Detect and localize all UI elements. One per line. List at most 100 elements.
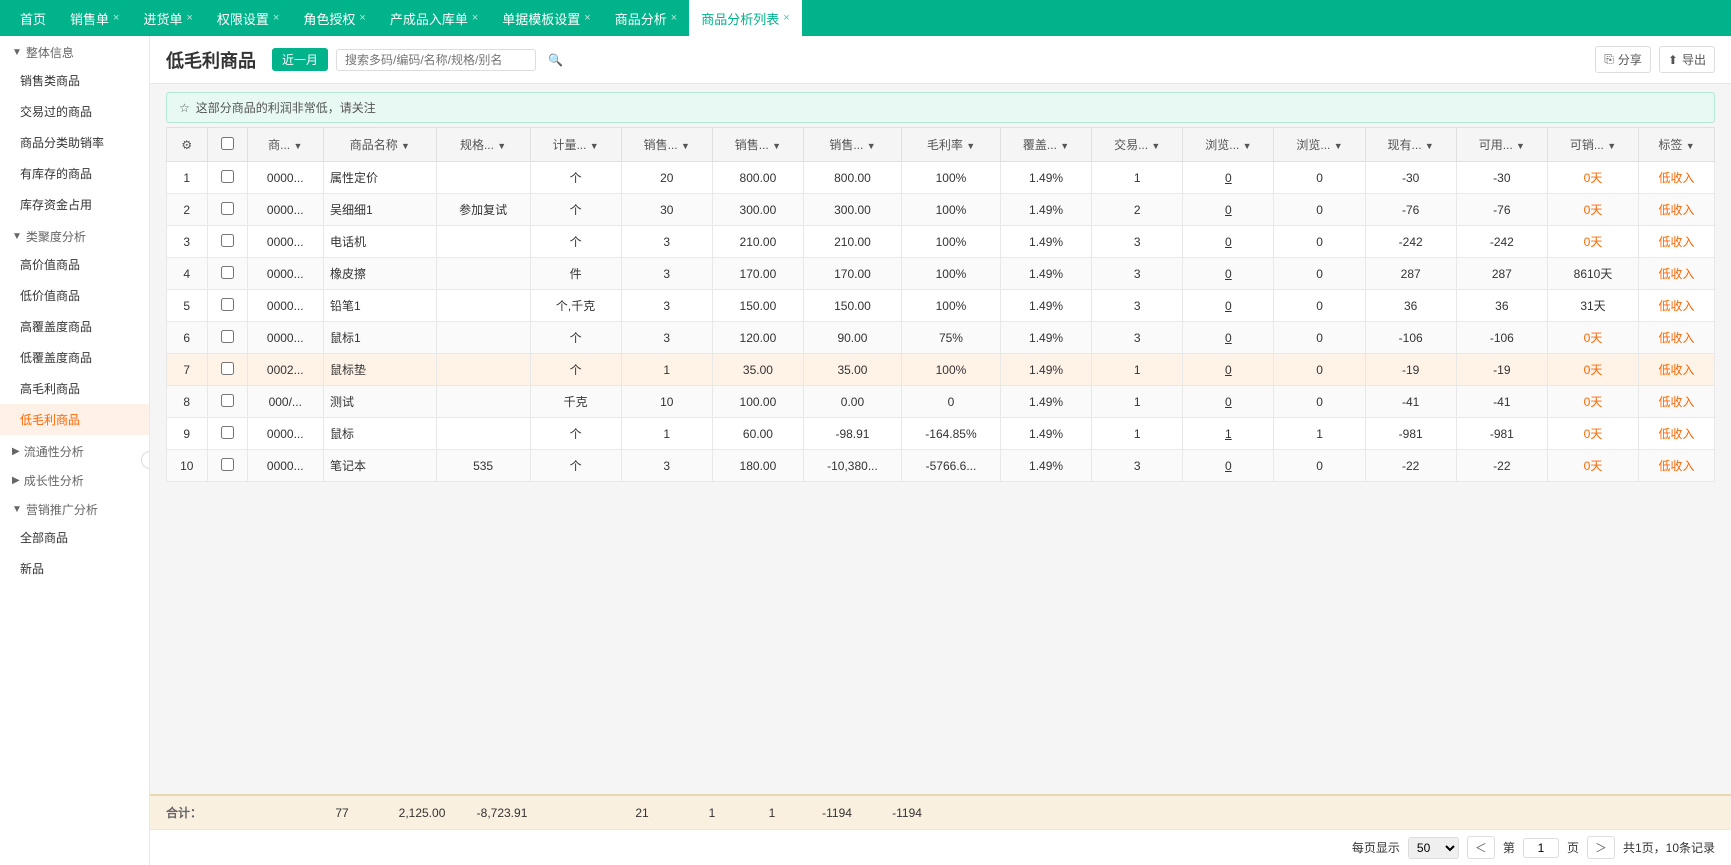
sidebar-item-high-margin[interactable]: 高毛利商品	[0, 373, 149, 404]
sidebar-item-all-goods[interactable]: 全部商品	[0, 522, 149, 553]
page-title: 低毛利商品	[166, 47, 256, 73]
row-browse1[interactable]: 0	[1183, 450, 1274, 482]
sidebar-item-in-stock[interactable]: 有库存的商品	[0, 158, 149, 189]
row-select-checkbox[interactable]	[221, 362, 234, 375]
close-icon[interactable]: ×	[273, 12, 279, 24]
sidebar-item-category-sales[interactable]: 商品分类助销率	[0, 127, 149, 158]
sidebar-item-low-value[interactable]: 低价值商品	[0, 280, 149, 311]
row-checkbox[interactable]	[207, 322, 247, 354]
close-icon[interactable]: ×	[186, 12, 192, 24]
row-checkbox[interactable]	[207, 354, 247, 386]
sidebar-section-overall[interactable]: ▼ 整体信息	[0, 36, 149, 65]
th-browse2[interactable]: 浏览... ▼	[1274, 128, 1365, 162]
sidebar-item-high-value[interactable]: 高价值商品	[0, 249, 149, 280]
row-browse1[interactable]: 0	[1183, 354, 1274, 386]
row-select-checkbox[interactable]	[221, 330, 234, 343]
close-icon[interactable]: ×	[584, 12, 590, 24]
row-checkbox[interactable]	[207, 418, 247, 450]
nav-products[interactable]: 产成品入库单 ×	[378, 0, 490, 36]
row-checkbox[interactable]	[207, 162, 247, 194]
row-select-checkbox[interactable]	[221, 170, 234, 183]
select-all-checkbox[interactable]	[221, 137, 234, 150]
row-browse1[interactable]: 0	[1183, 226, 1274, 258]
sidebar-item-low-coverage[interactable]: 低覆盖度商品	[0, 342, 149, 373]
row-checkbox[interactable]	[207, 226, 247, 258]
th-trade[interactable]: 交易... ▼	[1092, 128, 1183, 162]
nav-home[interactable]: 首页	[8, 0, 58, 36]
th-coverage[interactable]: 覆盖... ▼	[1000, 128, 1091, 162]
row-select-checkbox[interactable]	[221, 426, 234, 439]
next-page-button[interactable]: ＞	[1587, 836, 1615, 859]
th-name[interactable]: 商品名称 ▼	[323, 128, 436, 162]
row-select-checkbox[interactable]	[221, 394, 234, 407]
prev-page-button[interactable]: ＜	[1467, 836, 1495, 859]
row-code: 0002...	[247, 354, 323, 386]
row-browse1[interactable]: 0	[1183, 386, 1274, 418]
row-avail: -242	[1456, 226, 1547, 258]
per-page-select[interactable]: 50 100 200	[1408, 837, 1459, 859]
nav-analysis-list[interactable]: 商品分析列表 ×	[689, 0, 801, 36]
sidebar-item-new-goods[interactable]: 新品	[0, 553, 149, 584]
row-checkbox[interactable]	[207, 450, 247, 482]
th-browse1[interactable]: 浏览... ▼	[1183, 128, 1274, 162]
close-icon[interactable]: ×	[359, 12, 365, 24]
sidebar-item-traded-goods[interactable]: 交易过的商品	[0, 96, 149, 127]
row-browse1[interactable]: 0	[1183, 162, 1274, 194]
close-icon[interactable]: ×	[671, 12, 677, 24]
sidebar-section-growth[interactable]: ▶ 成长性分析	[0, 464, 149, 493]
row-select-checkbox[interactable]	[221, 202, 234, 215]
th-stock[interactable]: 现有... ▼	[1365, 128, 1456, 162]
row-select-checkbox[interactable]	[221, 234, 234, 247]
nav-roles[interactable]: 角色授权 ×	[291, 0, 377, 36]
th-checkbox[interactable]	[207, 128, 247, 162]
sidebar-collapse-btn[interactable]: 《	[141, 451, 150, 469]
row-select-checkbox[interactable]	[221, 298, 234, 311]
sidebar-section-marketing[interactable]: ▼ 营销推广分析	[0, 493, 149, 522]
sidebar-item-low-margin[interactable]: 低毛利商品	[0, 404, 149, 435]
search-icon[interactable]: 🔍	[548, 53, 563, 67]
row-browse1[interactable]: 0	[1183, 258, 1274, 290]
th-col-settings[interactable]: ⚙	[167, 128, 208, 162]
th-avail[interactable]: 可用... ▼	[1456, 128, 1547, 162]
row-checkbox[interactable]	[207, 258, 247, 290]
search-input[interactable]	[336, 49, 536, 71]
row-select-checkbox[interactable]	[221, 458, 234, 471]
nav-templates[interactable]: 单据模板设置 ×	[490, 0, 602, 36]
nav-permissions[interactable]: 权限设置 ×	[205, 0, 291, 36]
sidebar-item-sales-goods[interactable]: 销售类商品	[0, 65, 149, 96]
row-checkbox[interactable]	[207, 290, 247, 322]
footer-values: 77 2,125.00 -8,723.91 21 1 1 -1194 -1194	[222, 806, 1715, 820]
row-browse1[interactable]: 0	[1183, 194, 1274, 226]
th-saleable[interactable]: 可销... ▼	[1547, 128, 1638, 162]
footer-browse2: 1	[742, 806, 802, 820]
sidebar-item-capital[interactable]: 库存资金占用	[0, 189, 149, 220]
page-input[interactable]	[1523, 838, 1559, 858]
th-spec[interactable]: 规格... ▼	[436, 128, 530, 162]
export-button[interactable]: ⬆ 导出	[1659, 46, 1715, 73]
sidebar-section-cluster[interactable]: ▼ 类聚度分析	[0, 220, 149, 249]
th-sale3[interactable]: 销售... ▼	[803, 128, 901, 162]
row-browse1[interactable]: 1	[1183, 418, 1274, 450]
th-unit[interactable]: 计量... ▼	[530, 128, 621, 162]
th-tag[interactable]: 标签 ▼	[1639, 128, 1715, 162]
row-select-checkbox[interactable]	[221, 266, 234, 279]
th-gross[interactable]: 毛利率 ▼	[901, 128, 1000, 162]
th-code[interactable]: 商... ▼	[247, 128, 323, 162]
close-icon[interactable]: ×	[783, 12, 789, 24]
nav-purchase[interactable]: 进货单 ×	[131, 0, 204, 36]
row-browse1[interactable]: 0	[1183, 290, 1274, 322]
sidebar-section-flow[interactable]: ▶ 流通性分析	[0, 435, 149, 464]
th-sale2[interactable]: 销售... ▼	[712, 128, 803, 162]
sidebar-item-high-coverage[interactable]: 高覆盖度商品	[0, 311, 149, 342]
close-icon[interactable]: ×	[472, 12, 478, 24]
row-browse1[interactable]: 0	[1183, 322, 1274, 354]
th-sale1[interactable]: 销售... ▼	[621, 128, 712, 162]
period-button[interactable]: 近一月	[272, 48, 328, 71]
row-gross: 100%	[901, 354, 1000, 386]
share-button[interactable]: ⎘ 分享	[1595, 46, 1651, 73]
close-icon[interactable]: ×	[113, 12, 119, 24]
row-checkbox[interactable]	[207, 386, 247, 418]
nav-analysis[interactable]: 商品分析 ×	[603, 0, 689, 36]
row-checkbox[interactable]	[207, 194, 247, 226]
nav-sales[interactable]: 销售单 ×	[58, 0, 131, 36]
